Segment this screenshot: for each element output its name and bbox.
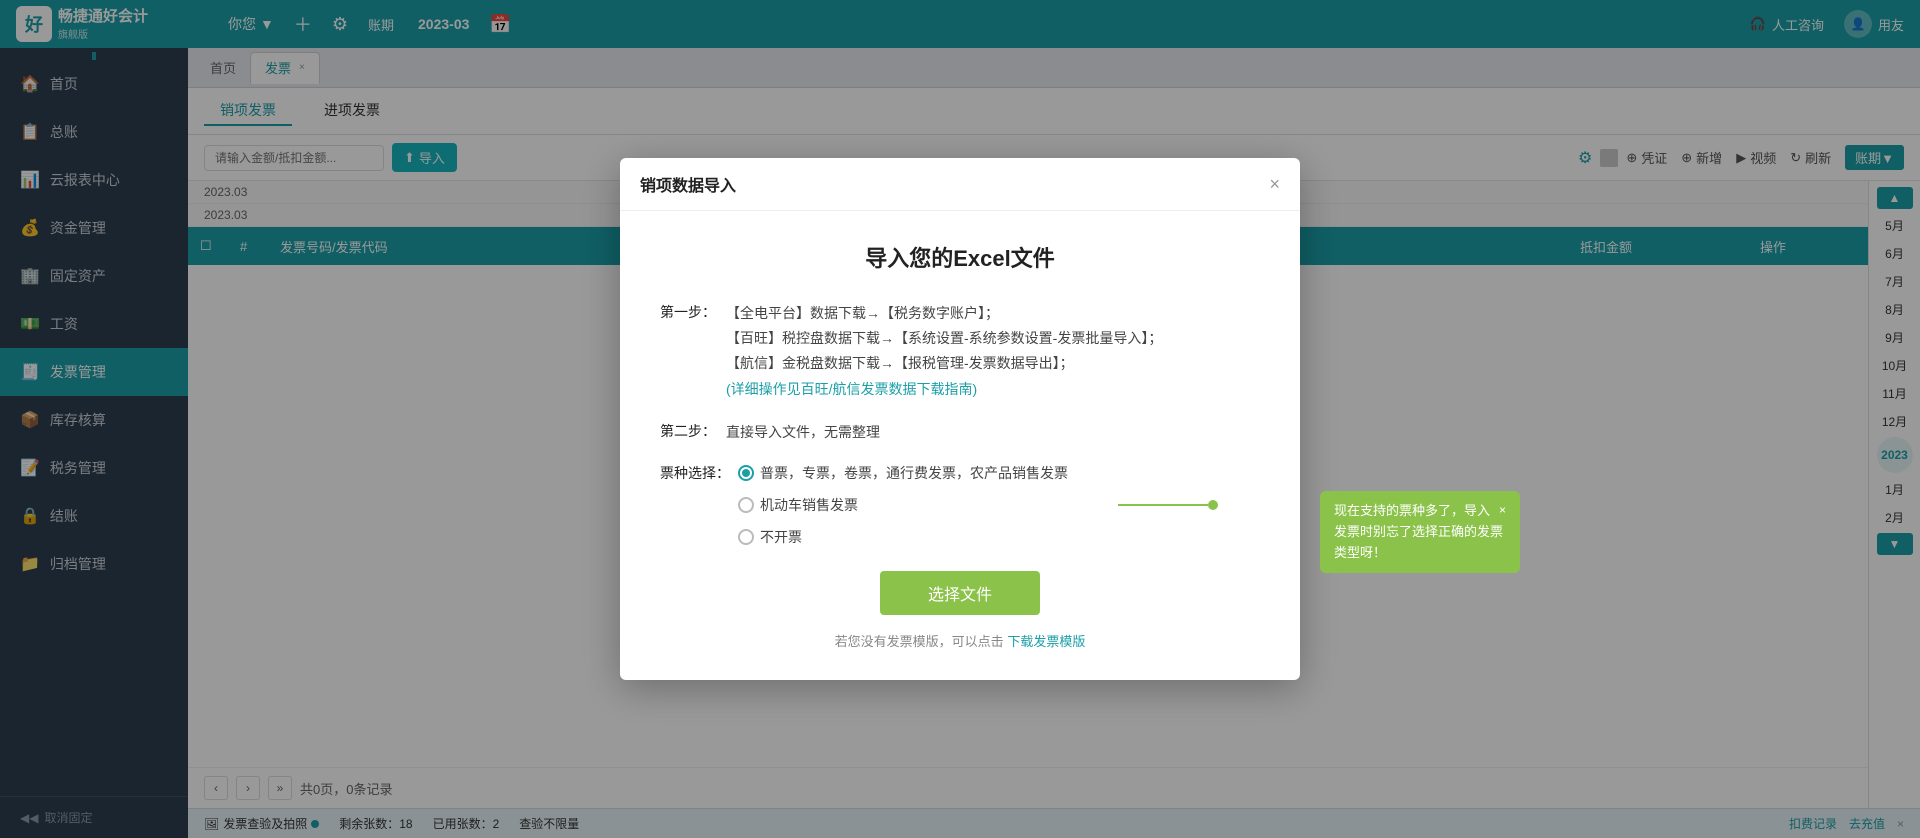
modal-body: 导入您的Excel文件 第一步： 【全电平台】数据下载→【税务数字账户】； 【百… xyxy=(620,211,1300,680)
ticket-label: 票种选择： xyxy=(660,463,730,483)
radio-noticket-label: 不开票 xyxy=(760,527,802,547)
modal-header: 销项数据导入 × xyxy=(620,158,1300,211)
ticket-select-section: 票种选择： 普票，专票，卷票，通行费发票，农产品销售发票 机动车销售发票 xyxy=(660,463,1260,547)
modal-main-title: 导入您的Excel文件 xyxy=(660,241,1260,273)
tooltip-bubble: × 现在支持的票种多了，导入发票时别忘了选择正确的发票类型呀！ xyxy=(1320,491,1520,573)
step1-line-1: 【全电平台】数据下载→【税务数字账户】； xyxy=(726,301,1162,326)
tooltip-connector xyxy=(1118,500,1218,510)
radio-option-noticket[interactable]: 不开票 xyxy=(738,527,1068,547)
radio-normal-circle xyxy=(738,465,754,481)
step1-line-2: 【百旺】税控盘数据下载→【系统设置-系统参数设置-发票批量导入】； xyxy=(726,326,1162,351)
select-file-section: 选择文件 xyxy=(660,571,1260,615)
modal-overlay: 销项数据导入 × 导入您的Excel文件 第一步： 【全电平台】数据下载→【税务… xyxy=(0,0,1920,838)
download-hint-text: 若您没有发票模版，可以点击 xyxy=(835,634,1004,649)
modal-title: 销项数据导入 xyxy=(640,172,736,196)
select-file-button[interactable]: 选择文件 xyxy=(880,571,1040,615)
step1-row: 第一步： 【全电平台】数据下载→【税务数字账户】； 【百旺】税控盘数据下载→【系… xyxy=(660,301,1260,402)
radio-option-motor[interactable]: 机动车销售发票 xyxy=(738,495,1068,515)
radio-noticket-circle xyxy=(738,529,754,545)
radio-motor-label: 机动车销售发票 xyxy=(760,495,858,515)
tooltip-anchor-dot xyxy=(1208,500,1218,510)
step2-label: 第二步： xyxy=(660,421,716,441)
step2-content: 直接导入文件，无需整理 xyxy=(726,420,880,445)
step1-label: 第一步： xyxy=(660,302,716,322)
step1-content: 【全电平台】数据下载→【税务数字账户】； 【百旺】税控盘数据下载→【系统设置-系… xyxy=(726,301,1162,402)
tooltip-close-button[interactable]: × xyxy=(1499,501,1506,520)
radio-motor-circle xyxy=(738,497,754,513)
download-template-link[interactable]: 下载发票模版 xyxy=(1007,634,1085,649)
modal-close-button[interactable]: × xyxy=(1269,175,1280,193)
step1-line-3: 【航信】金税盘数据下载→【报税管理-发票数据导出】； xyxy=(726,351,1162,376)
radio-normal-label: 普票，专票，卷票，通行费发票，农产品销售发票 xyxy=(760,463,1068,483)
step1-guide-link[interactable]: (详细操作见百旺/航信发票数据下载指南) xyxy=(726,381,977,397)
tooltip-text: 现在支持的票种多了，导入发票时别忘了选择正确的发票类型呀！ xyxy=(1334,503,1503,560)
radio-group: 普票，专票，卷票，通行费发票，农产品销售发票 机动车销售发票 xyxy=(738,463,1068,547)
tooltip-line xyxy=(1118,504,1208,506)
step2-row: 第二步： 直接导入文件，无需整理 xyxy=(660,420,1260,445)
import-modal: 销项数据导入 × 导入您的Excel文件 第一步： 【全电平台】数据下载→【税务… xyxy=(620,158,1300,680)
download-hint: 若您没有发票模版，可以点击 下载发票模版 xyxy=(660,631,1260,650)
radio-option-normal[interactable]: 普票，专票，卷票，通行费发票，农产品销售发票 xyxy=(738,463,1068,483)
